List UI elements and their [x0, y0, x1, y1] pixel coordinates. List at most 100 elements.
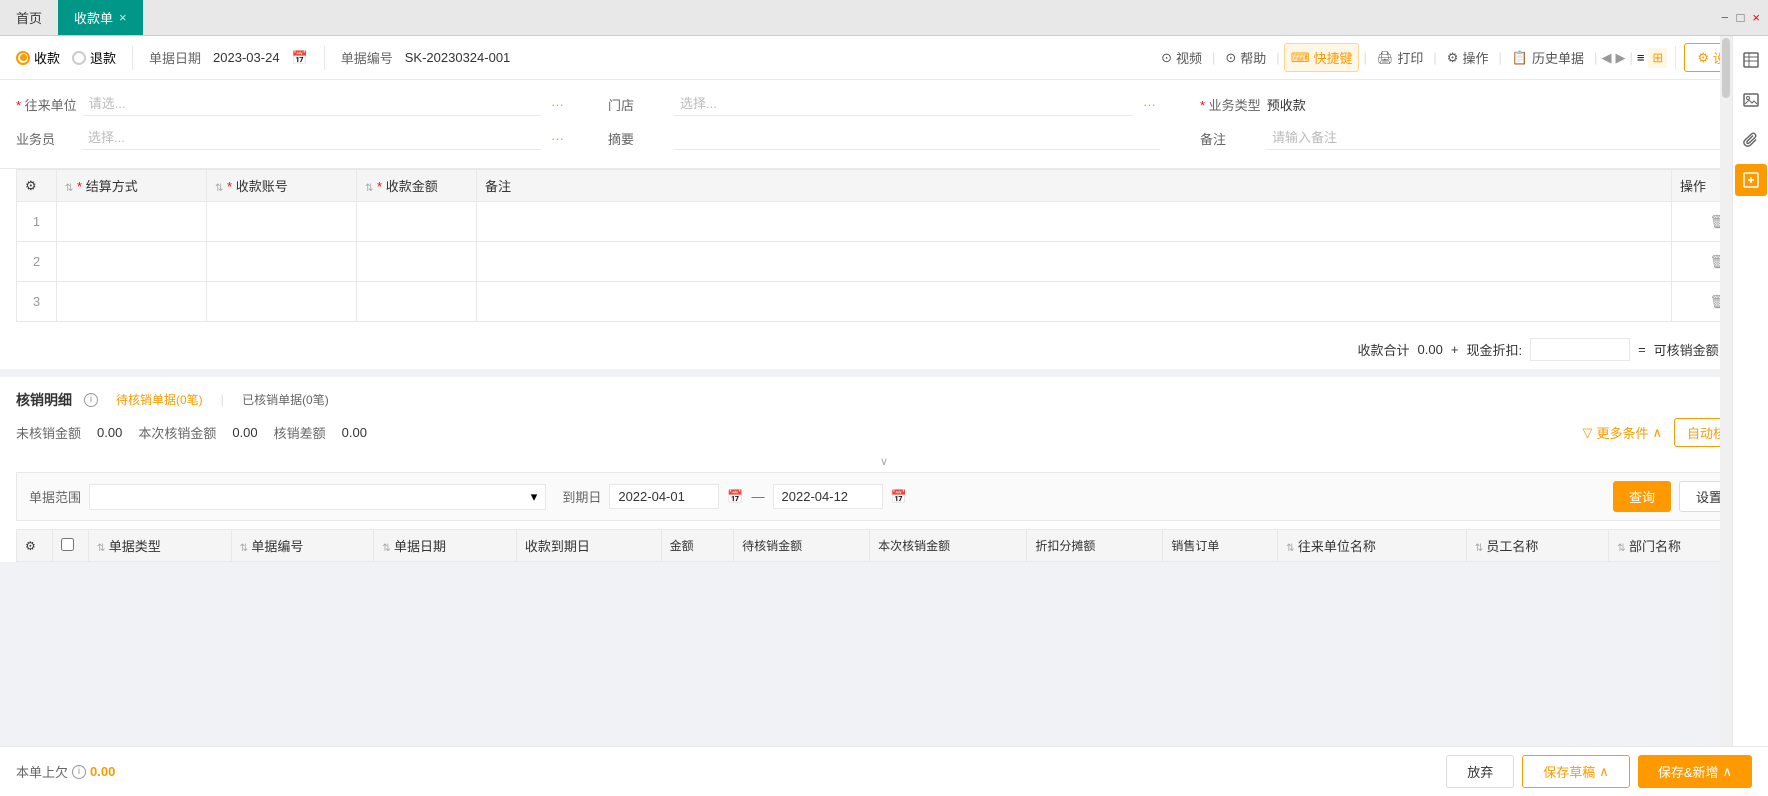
footer-info-icon[interactable]: i [72, 765, 86, 779]
summary-discount-input[interactable] [1530, 338, 1630, 361]
store-more-icon[interactable]: ··· [1139, 97, 1160, 112]
radio-shoukuan[interactable]: 收款 [16, 48, 60, 67]
sort-jiesuan-icon[interactable]: ⇅ [65, 183, 73, 194]
video-btn[interactable]: ⊙ 视频 [1155, 44, 1208, 71]
stat2-label: 本次核销金额 [138, 423, 216, 442]
range-field: 单据范围 ▾ [29, 484, 546, 510]
sidebar-image-icon[interactable] [1735, 84, 1767, 116]
footer-label: 本单上欠 [16, 762, 68, 781]
row-3-beizhu[interactable] [477, 282, 1672, 322]
select-all-checkbox[interactable] [61, 538, 74, 551]
summary-equals: = [1638, 342, 1646, 357]
row-1-beizhu[interactable] [477, 202, 1672, 242]
video-icon: ⊙ [1161, 50, 1172, 66]
date-range-dash: — [752, 489, 765, 504]
stat3-value: 0.00 [342, 425, 367, 440]
range-select[interactable]: ▾ [89, 484, 546, 510]
nav-next-icon[interactable]: ▶ [1615, 50, 1625, 66]
partner-label: 往来单位 [16, 95, 77, 114]
summary-value1: 0.00 [1418, 342, 1443, 357]
partner-more-icon[interactable]: ··· [547, 97, 568, 112]
hexiao-tab-done[interactable]: 已核销单据(0笔) [236, 389, 335, 410]
save-draft-arrow-icon[interactable]: ∧ [1599, 764, 1609, 780]
calendar-from-icon[interactable]: 📅 [727, 489, 743, 505]
stat1-label: 未核销金额 [16, 423, 81, 442]
row-num-2: 2 [17, 242, 57, 282]
bottom-col-amount: 金额 [661, 530, 733, 562]
bottom-col-pending: 待核销金额 [734, 530, 870, 562]
doc-date-value: 2023-03-24 [213, 50, 280, 65]
print-btn[interactable]: 🖨 打印 [1371, 44, 1430, 71]
toolbar-right: ⊙ 视频 | ⊙ 帮助 | ⌨ 快捷键 | 🖨 打印 | ⚙ 操作 | 📋 历史… [1155, 43, 1752, 72]
biz-type-label: 业务类型 [1200, 95, 1261, 114]
sidebar-attachment-icon[interactable] [1735, 124, 1767, 156]
row-3-jiesuan[interactable] [57, 282, 207, 322]
row-1-shoukuan[interactable] [207, 202, 357, 242]
tab-close-icon[interactable]: × [119, 10, 127, 25]
date-to-input[interactable] [773, 484, 883, 509]
row-2-amount[interactable] [357, 242, 477, 282]
abstract-input[interactable] [674, 126, 1160, 150]
range-label: 单据范围 [29, 487, 81, 506]
row-1-jiesuan[interactable] [57, 202, 207, 242]
window-close-icon[interactable]: × [1752, 10, 1760, 25]
abandon-button[interactable]: 放弃 [1446, 755, 1514, 788]
save-new-button[interactable]: 保存&新增 ∧ [1638, 755, 1752, 788]
salesperson-input[interactable] [82, 126, 541, 150]
row-2-shoukuan[interactable] [207, 242, 357, 282]
calendar-icon[interactable]: 📅 [292, 50, 308, 66]
query-button[interactable]: 查询 [1613, 481, 1671, 512]
scroll-area[interactable] [1720, 36, 1732, 746]
remark-label: 备注 [1200, 129, 1260, 148]
salesperson-field: 业务员 ··· [16, 126, 568, 150]
row-3-shoukuan[interactable] [207, 282, 357, 322]
partner-input[interactable] [83, 92, 541, 116]
bottom-col-partner: ⇅ 往来单位名称 [1278, 530, 1467, 562]
sidebar-expand-icon[interactable] [1735, 164, 1767, 196]
more-conditions-btn[interactable]: ▽ 更多条件 ∧ [1582, 423, 1662, 442]
tab-home[interactable]: 首页 [0, 0, 58, 35]
remark-input[interactable] [1266, 126, 1752, 150]
col-settings-header[interactable]: ⚙ [17, 170, 57, 202]
operation-btn[interactable]: ⚙ 操作 [1441, 44, 1495, 71]
save-draft-button[interactable]: 保存草稿 ∧ [1522, 755, 1630, 788]
row-1-amount[interactable] [357, 202, 477, 242]
save-new-arrow-icon[interactable]: ∧ [1722, 764, 1732, 780]
hexiao-tab-pending[interactable]: 待核销单据(0笔) [110, 389, 209, 410]
radio-tuikuan[interactable]: 退款 [72, 48, 116, 67]
date-label: 到期日 [562, 487, 601, 506]
nav-prev-icon[interactable]: ◀ [1601, 50, 1611, 66]
calendar-to-icon[interactable]: 📅 [891, 489, 907, 505]
window-minimize-icon[interactable]: − [1721, 10, 1729, 25]
date-from-input[interactable] [609, 484, 719, 509]
table-section: ⚙ ⇅ * 结算方式 ⇅ * 收款账号 ⇅ * 收款金额 备注 [0, 169, 1768, 330]
help-btn[interactable]: ⊙ 帮助 [1219, 44, 1272, 71]
salesperson-more-icon[interactable]: ··· [547, 131, 568, 146]
store-label: 门店 [608, 95, 668, 114]
row-2-jiesuan[interactable] [57, 242, 207, 282]
row-3-amount[interactable] [357, 282, 477, 322]
sort-amount-icon[interactable]: ⇅ [365, 183, 373, 194]
view-card-icon[interactable]: ⊞ [1648, 48, 1667, 68]
view-list-icon[interactable]: ≡ [1637, 50, 1645, 65]
bottom-col-settings[interactable]: ⚙ [17, 530, 53, 562]
window-maximize-icon[interactable]: □ [1737, 10, 1745, 25]
toolbar-divider-3 [1675, 46, 1676, 70]
sidebar-table-icon[interactable] [1735, 44, 1767, 76]
history-btn[interactable]: 📋 历史单据 [1506, 44, 1590, 71]
row-2-beizhu[interactable] [477, 242, 1672, 282]
store-input[interactable] [674, 92, 1133, 116]
hexiao-info-icon[interactable]: i [84, 393, 98, 407]
summary-plus: + [1451, 342, 1459, 357]
partner-field: 往来单位 ··· [16, 92, 568, 116]
date-range: 📅 — 📅 [609, 484, 906, 509]
shortcut-btn[interactable]: ⌨ 快捷键 [1284, 43, 1360, 72]
hexiao-tab-separator: | [221, 392, 224, 407]
toolbar-divider-2 [324, 46, 325, 70]
bottom-col-discount: 折扣分摊额 [1027, 530, 1163, 562]
tab-active[interactable]: 收款单 × [58, 0, 143, 35]
salesperson-label: 业务员 [16, 129, 76, 148]
bottom-col-checkbox[interactable] [53, 530, 89, 562]
sort-shoukuan-icon[interactable]: ⇅ [215, 183, 223, 194]
bottom-col-doc-date: ⇅ 单据日期 [374, 530, 517, 562]
